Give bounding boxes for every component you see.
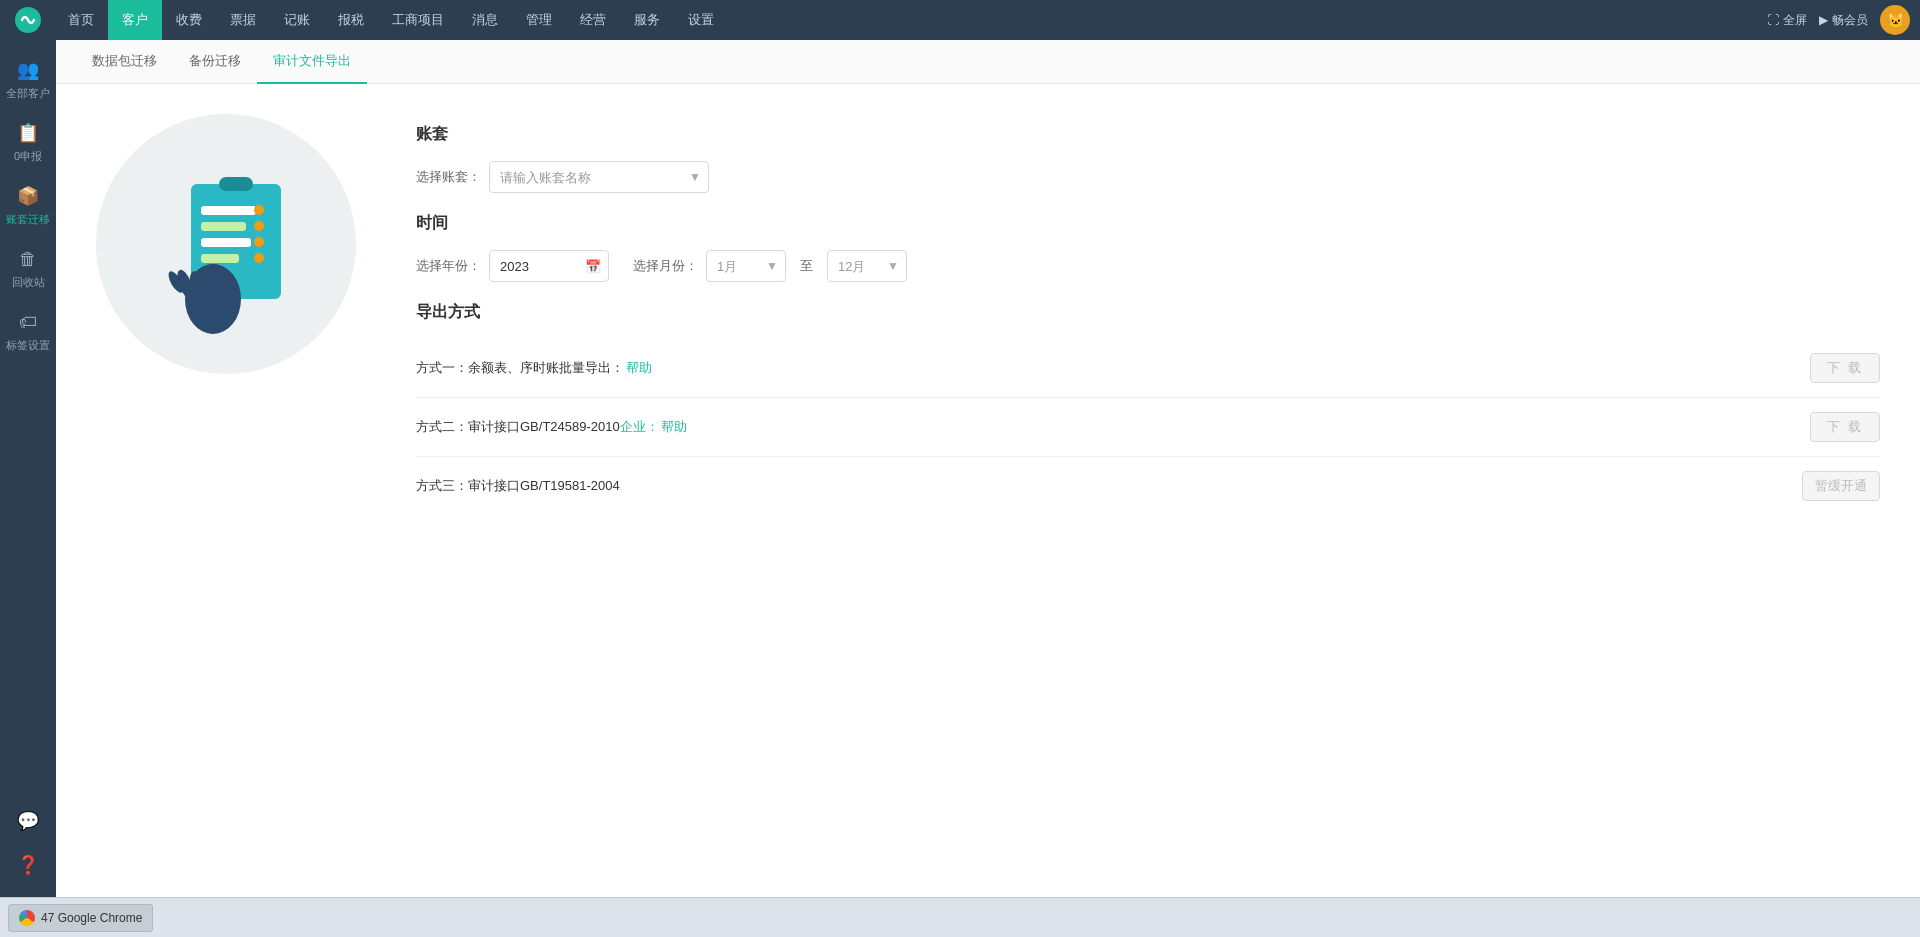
top-nav-item-消息[interactable]: 消息 [458, 0, 512, 40]
tab-审计文件导出[interactable]: 审计文件导出 [257, 40, 367, 84]
top-nav-item-设置[interactable]: 设置 [674, 0, 728, 40]
sidebar-item-账套迁移[interactable]: 📦账套迁移 [0, 174, 56, 237]
tab-bar: 数据包迁移备份迁移审计文件导出 [56, 40, 1920, 84]
member-icon: ▶ [1819, 13, 1828, 27]
form-area: 账套 选择账套： 请输入账套名称 ▼ 时间 选择年份： [416, 114, 1880, 515]
member-label: 畅会员 [1832, 12, 1868, 29]
month-end-select[interactable]: 1月2月3月4月 5月6月7月8月 9月10月11月 12月 [827, 250, 907, 282]
download-button-2[interactable]: 下 载 [1810, 412, 1880, 442]
0申报-icon: 📋 [16, 121, 40, 145]
year-input-wrapper: 📅 [489, 250, 609, 282]
svg-point-6 [254, 205, 264, 215]
fullscreen-button[interactable]: ⛶ 全屏 [1767, 12, 1807, 29]
export-method-3: 方式三：审计接口GB/T19581-2004 暂缓开通 [416, 457, 1880, 515]
illustration-circle [96, 114, 356, 374]
全部客户-icon: 👥 [16, 58, 40, 82]
top-nav-item-服务[interactable]: 服务 [620, 0, 674, 40]
top-nav: 首页客户收费票据记账报税工商项目消息管理经营服务设置 ⛶ 全屏 ▶ 畅会员 🐱 [0, 0, 1920, 40]
time-section-title: 时间 [416, 213, 1880, 234]
year-label: 选择年份： [416, 257, 481, 275]
chrome-icon [19, 910, 35, 926]
export-section-title: 导出方式 [416, 302, 1880, 323]
user-avatar[interactable]: 🐱 [1880, 5, 1910, 35]
export-method-2: 方式二：审计接口GB/T24589-2010企业：帮助 下 载 [416, 398, 1880, 457]
top-nav-item-工商项目[interactable]: 工商项目 [378, 0, 458, 40]
account-select[interactable]: 请输入账套名称 [489, 161, 709, 193]
export-method-1-label: 方式一：余额表、序时账批量导出：帮助 [416, 359, 652, 377]
账套迁移-icon: 📦 [16, 184, 40, 208]
time-separator: 至 [800, 257, 813, 275]
month-end-wrapper: 1月2月3月4月 5月6月7月8月 9月10月11月 12月 ▼ [827, 250, 907, 282]
app-logo [10, 2, 46, 38]
svg-rect-4 [201, 238, 251, 247]
month-start-select[interactable]: 1月2月3月4月 5月6月7月8月 9月10月11月12月 [706, 250, 786, 282]
left-sidebar: 👥全部客户📋0申报📦账套迁移🗑回收站🏷标签设置 💬 ❓ [0, 40, 56, 897]
help-icon: ❓ [16, 853, 40, 877]
top-nav-item-票据[interactable]: 票据 [216, 0, 270, 40]
time-section-divider: 时间 [416, 213, 1880, 234]
svg-point-9 [254, 253, 264, 263]
time-row: 选择年份： 📅 选择月份： 1月2月3月4月 5月6月7月8月 9月10月11月… [416, 250, 1880, 282]
sidebar-item-全部客户[interactable]: 👥全部客户 [0, 48, 56, 111]
coming-soon-button[interactable]: 暂缓开通 [1802, 471, 1880, 501]
export-method-1: 方式一：余额表、序时账批量导出：帮助 下 载 [416, 339, 1880, 398]
account-section-title: 账套 [416, 124, 1880, 145]
chat-icon: 💬 [16, 809, 40, 833]
sidebar-item-help[interactable]: ❓ [0, 843, 56, 887]
sidebar-item-标签设置[interactable]: 🏷标签设置 [0, 300, 56, 363]
help-link-1[interactable]: 帮助 [626, 360, 652, 375]
download-button-1[interactable]: 下 载 [1810, 353, 1880, 383]
svg-rect-10 [219, 177, 253, 191]
top-nav-item-记账[interactable]: 记账 [270, 0, 324, 40]
member-button[interactable]: ▶ 畅会员 [1819, 12, 1868, 29]
chrome-label: 47 Google Chrome [41, 911, 142, 925]
top-nav-items: 首页客户收费票据记账报税工商项目消息管理经营服务设置 [54, 0, 1767, 40]
sidebar-bottom: 💬 ❓ [0, 799, 56, 897]
export-method-2-label: 方式二：审计接口GB/T24589-2010企业：帮助 [416, 418, 687, 436]
illustration-svg [141, 144, 311, 344]
tab-备份迁移[interactable]: 备份迁移 [173, 40, 257, 84]
top-nav-item-报税[interactable]: 报税 [324, 0, 378, 40]
回收站-icon: 🗑 [16, 247, 40, 271]
top-nav-item-经营[interactable]: 经营 [566, 0, 620, 40]
top-nav-right: ⛶ 全屏 ▶ 畅会员 🐱 [1767, 5, 1910, 35]
account-select-wrapper: 请输入账套名称 ▼ [489, 161, 709, 193]
month-label: 选择月份： [633, 257, 698, 275]
fullscreen-label: 全屏 [1783, 12, 1807, 29]
year-input[interactable] [489, 250, 609, 282]
page-content: 账套 选择账套： 请输入账套名称 ▼ 时间 选择年份： [56, 84, 1920, 897]
sidebar-item-0申报[interactable]: 📋0申报 [0, 111, 56, 174]
svg-rect-3 [201, 222, 246, 231]
chrome-taskbar-button[interactable]: 47 Google Chrome [8, 904, 153, 932]
svg-point-8 [254, 237, 264, 247]
sidebar-item-chat[interactable]: 💬 [0, 799, 56, 843]
svg-rect-5 [201, 254, 239, 263]
main-layout: 👥全部客户📋0申报📦账套迁移🗑回收站🏷标签设置 💬 ❓ 数据包迁移备份迁移审计文… [0, 40, 1920, 897]
svg-rect-2 [201, 206, 256, 215]
标签设置-icon: 🏷 [16, 310, 40, 334]
account-select-label: 选择账套： [416, 168, 481, 186]
top-nav-item-收费[interactable]: 收费 [162, 0, 216, 40]
taskbar: 47 Google Chrome [0, 897, 1920, 937]
content-area: 数据包迁移备份迁移审计文件导出 [56, 40, 1920, 897]
export-section-divider: 导出方式 [416, 302, 1880, 323]
top-nav-item-首页[interactable]: 首页 [54, 0, 108, 40]
help-link-2[interactable]: 帮助 [661, 419, 687, 434]
fullscreen-icon: ⛶ [1767, 13, 1779, 27]
illustration-area [96, 114, 356, 374]
account-select-row: 选择账套： 请输入账套名称 ▼ [416, 161, 1880, 193]
month-start-wrapper: 1月2月3月4月 5月6月7月8月 9月10月11月12月 ▼ [706, 250, 786, 282]
tab-数据包迁移[interactable]: 数据包迁移 [76, 40, 173, 84]
svg-point-7 [254, 221, 264, 231]
export-method-3-label: 方式三：审计接口GB/T19581-2004 [416, 477, 620, 495]
sidebar-item-回收站[interactable]: 🗑回收站 [0, 237, 56, 300]
top-nav-item-管理[interactable]: 管理 [512, 0, 566, 40]
top-nav-item-客户[interactable]: 客户 [108, 0, 162, 40]
